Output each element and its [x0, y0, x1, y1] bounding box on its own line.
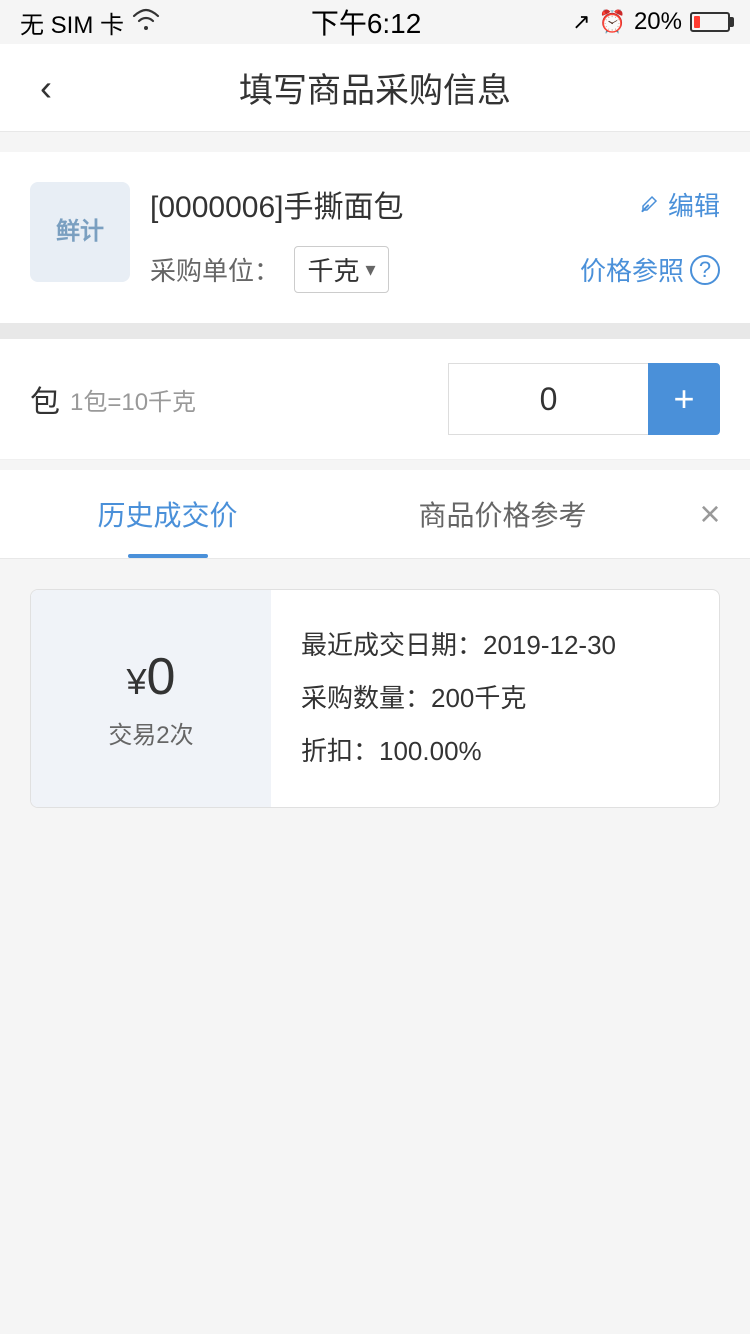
battery-icon — [690, 12, 730, 32]
price-card-left: ¥0 交易2次 — [31, 590, 271, 807]
tab-history-price[interactable]: 历史成交价 — [0, 470, 335, 558]
price-card: ¥0 交易2次 最近成交日期：2019-12-30 采购数量：200千克 折扣：… — [30, 589, 720, 808]
status-bar: 无 SIM 卡 下午6:12 ↗ ⏰ 20% — [0, 0, 750, 44]
product-name: [0000006]手撕面包 — [150, 182, 403, 226]
back-button[interactable]: ‹ — [30, 57, 62, 119]
page-title: 填写商品采购信息 — [239, 63, 511, 112]
tab-close-button[interactable]: × — [670, 470, 750, 558]
discount-row: 折扣：100.00% — [301, 732, 689, 771]
price-ref-button[interactable]: 价格参照 ? — [580, 251, 720, 288]
edit-button[interactable]: 编辑 — [638, 186, 720, 223]
section-divider — [0, 323, 750, 339]
product-info: [0000006]手撕面包 编辑 采购单位： 千克 ▾ 价格参照 ? — [150, 182, 720, 293]
chevron-down-icon: ▾ — [365, 257, 375, 282]
recent-date-row: 最近成交日期：2019-12-30 — [301, 626, 689, 665]
tab-content: ¥0 交易2次 最近成交日期：2019-12-30 采购数量：200千克 折扣：… — [0, 559, 750, 838]
tab-price-reference[interactable]: 商品价格参考 — [335, 470, 670, 558]
status-right: ↗ ⏰ 20% — [572, 8, 730, 36]
quantity-label: 包 1包=10千克 — [30, 377, 196, 421]
product-unit-row: 采购单位： 千克 ▾ 价格参照 ? — [150, 246, 720, 293]
status-time: 下午6:12 — [311, 2, 422, 42]
quantity-plus-button[interactable]: + — [648, 363, 720, 435]
product-logo: 鲜计 — [56, 218, 104, 247]
alarm-icon: ⏰ — [599, 9, 626, 35]
price-amount: ¥0 — [127, 647, 176, 707]
product-thumbnail: 鲜计 — [30, 182, 130, 282]
tab-panel: 历史成交价 商品价格参考 × ¥0 交易2次 最近成交日期：2019-12-30 — [0, 470, 750, 838]
price-transaction-count: 交易2次 — [108, 715, 193, 750]
tab-active-indicator — [128, 554, 208, 558]
status-carrier: 无 SIM 卡 — [20, 5, 160, 40]
battery-percent: 20% — [634, 8, 682, 36]
quantity-row: 包 1包=10千克 + — [0, 339, 750, 460]
quantity-input-group: + — [448, 363, 720, 435]
nav-bar: ‹ 填写商品采购信息 — [0, 44, 750, 132]
purchase-qty-row: 采购数量：200千克 — [301, 679, 689, 718]
price-card-right: 最近成交日期：2019-12-30 采购数量：200千克 折扣：100.00% — [271, 590, 719, 807]
location-icon: ↗ — [572, 9, 590, 35]
unit-selector[interactable]: 千克 ▾ — [294, 246, 388, 293]
info-icon: ? — [690, 255, 720, 285]
product-header: [0000006]手撕面包 编辑 — [150, 182, 720, 226]
wifi-icon — [132, 8, 160, 37]
product-card: 鲜计 [0000006]手撕面包 编辑 采购单位： 千克 ▾ — [0, 152, 750, 323]
quantity-input[interactable] — [448, 363, 648, 435]
unit-group: 采购单位： 千克 ▾ — [150, 246, 389, 293]
tab-bar: 历史成交价 商品价格参考 × — [0, 470, 750, 559]
